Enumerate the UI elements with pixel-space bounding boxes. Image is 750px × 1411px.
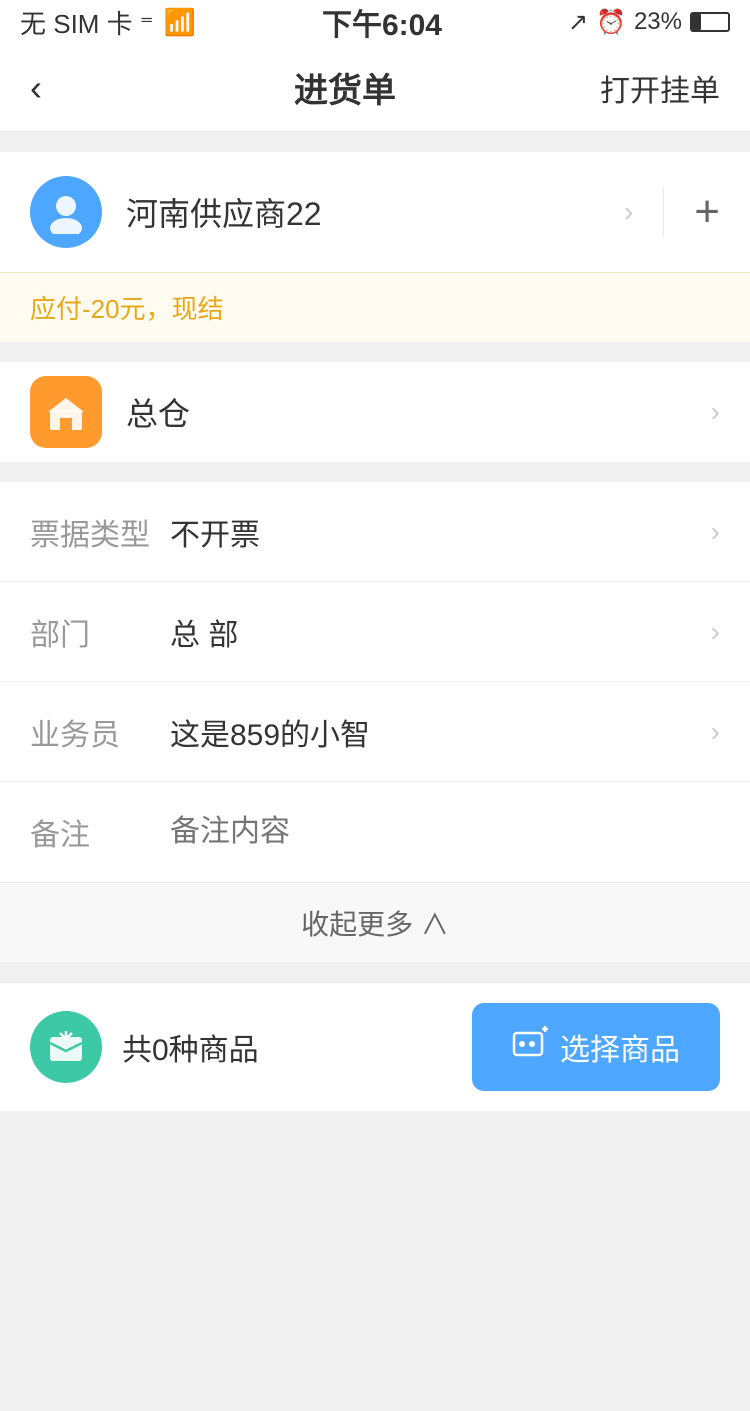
invoice-type-value: 不开票	[170, 510, 711, 554]
add-supplier-button[interactable]: +	[663, 187, 720, 237]
supplier-name: 河南供应商22	[126, 189, 624, 235]
supplier-section: 河南供应商22 › + 应付-20元，现结	[0, 152, 750, 342]
salesperson-chevron-icon: ›	[711, 716, 720, 748]
department-label: 部门	[30, 610, 170, 654]
product-count-label: 共0种商品	[122, 1025, 472, 1069]
section-gap-3	[0, 462, 750, 482]
supplier-chevron-icon: ›	[624, 196, 633, 228]
page-title: 进货单	[294, 63, 396, 112]
status-left: 无 SIM 卡 ⁼ 📶	[20, 4, 196, 41]
supplier-row[interactable]: 河南供应商22 › +	[0, 152, 750, 272]
page-filler	[0, 1111, 750, 1411]
select-product-button[interactable]: 选择商品	[472, 1003, 720, 1091]
back-button[interactable]: ‹	[30, 67, 90, 109]
status-right: ↗ ⏰ 23%	[568, 8, 730, 37]
salesperson-row[interactable]: 业务员 这是859的小智 ›	[0, 682, 750, 782]
collapse-label: 收起更多 ∧	[301, 903, 449, 943]
salesperson-label: 业务员	[30, 710, 170, 754]
warehouse-icon-wrap	[30, 376, 102, 448]
status-bar: 无 SIM 卡 ⁼ 📶 下午6:04 ↗ ⏰ 23%	[0, 0, 750, 44]
nav-bar: ‹ 进货单 打开挂单	[0, 44, 750, 132]
collapse-button[interactable]: 收起更多 ∧	[0, 882, 750, 962]
fields-section: 票据类型 不开票 › 部门 总 部 › 业务员 这是859的小智 › 备注	[0, 482, 750, 882]
remark-input[interactable]	[170, 815, 720, 849]
section-gap-4	[0, 962, 750, 982]
sim-wifi-label: 无 SIM 卡 ⁼	[20, 4, 154, 41]
select-product-icon	[512, 1025, 548, 1069]
section-gap-2	[0, 342, 750, 362]
warehouse-name: 总仓	[126, 389, 711, 435]
wifi-icon: 📶	[164, 7, 196, 38]
supplier-avatar	[30, 176, 102, 248]
battery-label: 23%	[634, 8, 682, 36]
warehouse-chevron-icon: ›	[711, 396, 720, 428]
battery-icon	[690, 12, 730, 32]
alarm-icon: ⏰	[596, 8, 626, 37]
department-chevron-icon: ›	[711, 616, 720, 648]
section-gap-1	[0, 132, 750, 152]
department-value: 总 部	[170, 610, 711, 654]
invoice-type-chevron-icon: ›	[711, 516, 720, 548]
department-row[interactable]: 部门 总 部 ›	[0, 582, 750, 682]
invoice-type-row[interactable]: 票据类型 不开票 ›	[0, 482, 750, 582]
warehouse-row[interactable]: 总仓 ›	[0, 362, 750, 462]
bottom-bar: 共0种商品 选择商品	[0, 982, 750, 1111]
invoice-type-label: 票据类型	[30, 510, 170, 554]
remark-label: 备注	[30, 810, 170, 854]
salesperson-value: 这是859的小智	[170, 710, 711, 754]
notice-bar: 应付-20元，现结	[0, 272, 750, 342]
location-icon: ↗	[568, 8, 588, 37]
open-pending-button[interactable]: 打开挂单	[600, 66, 720, 110]
warehouse-section: 总仓 ›	[0, 362, 750, 462]
status-time: 下午6:04	[322, 0, 442, 44]
product-icon-wrap	[30, 1011, 102, 1083]
remark-row[interactable]: 备注	[0, 782, 750, 882]
select-product-label: 选择商品	[560, 1025, 680, 1069]
